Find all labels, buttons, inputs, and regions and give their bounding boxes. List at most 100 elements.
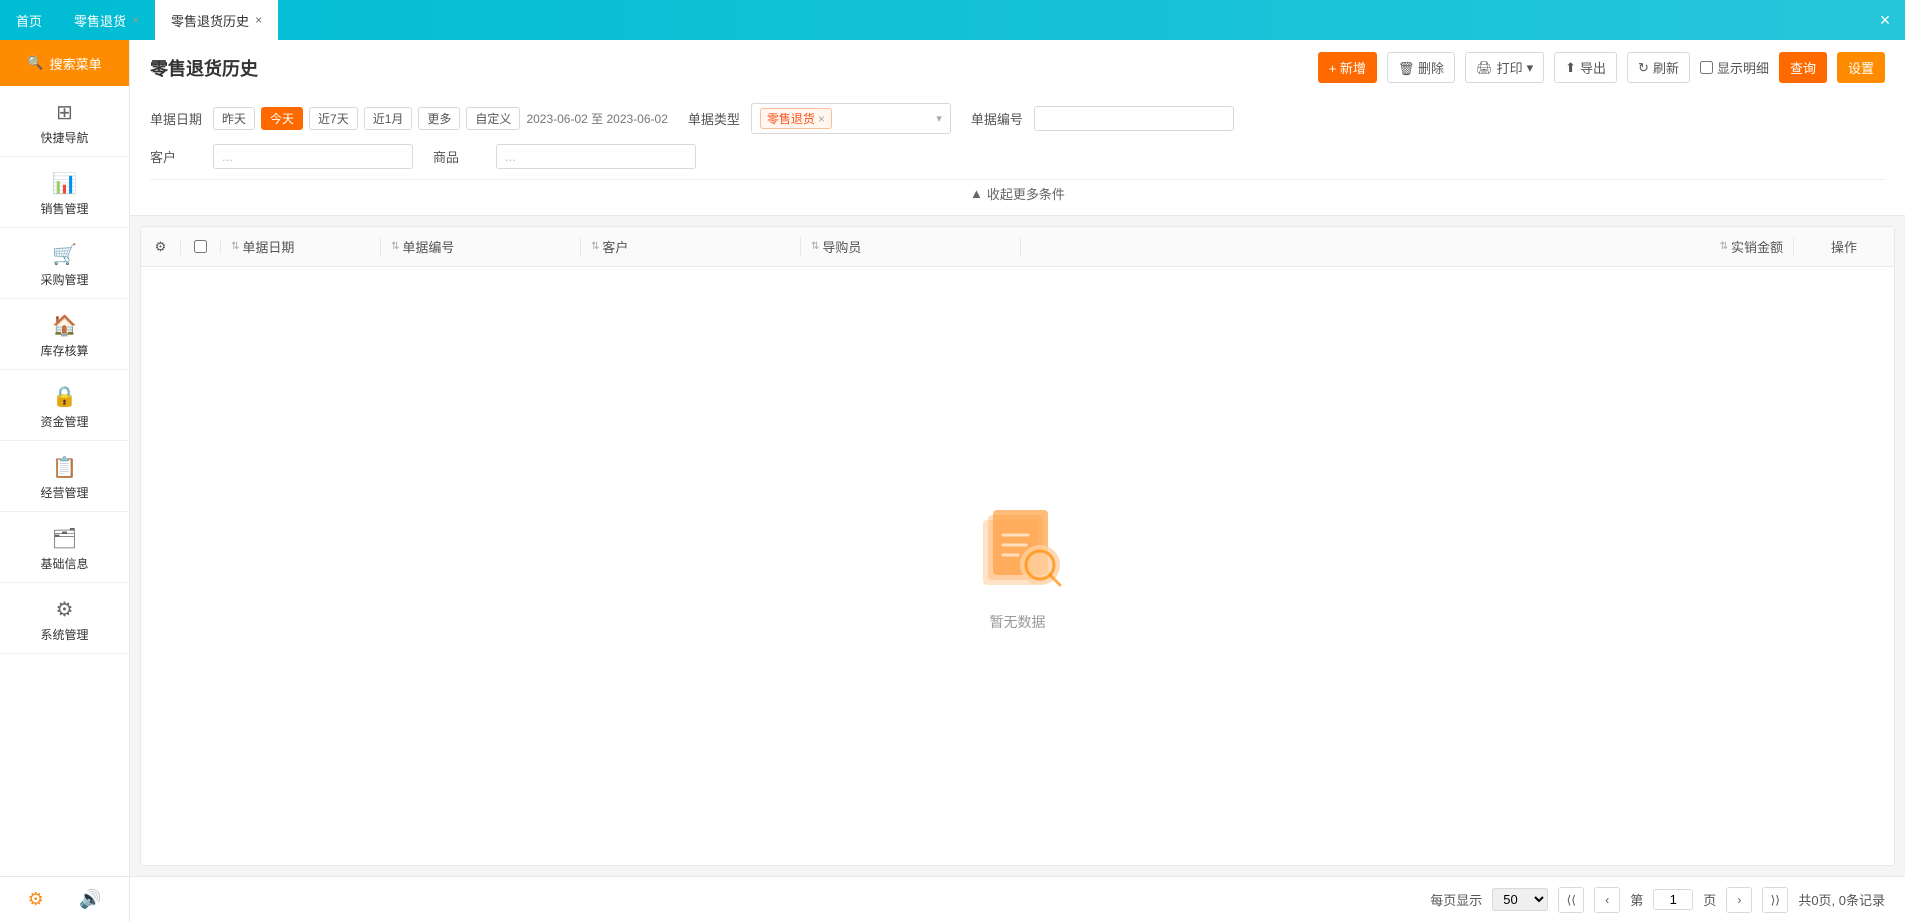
date-btn-custom[interactable]: 自定义 xyxy=(466,107,520,130)
delete-button[interactable]: 🗑 删除 xyxy=(1387,52,1455,83)
sidebar-search-label: 搜索菜单 xyxy=(50,54,102,73)
table-header: ⚙ ⇅ 单据日期 ⇅ 单据编号 ⇅ 客户 ⇅ xyxy=(141,227,1894,267)
export-button[interactable]: ⬆ 导出 xyxy=(1554,52,1617,83)
prev-page-button[interactable]: ‹ xyxy=(1594,887,1620,913)
system-mgmt-icon: ⚙ xyxy=(56,597,74,622)
tab-home[interactable]: 首页 xyxy=(0,0,58,40)
date-btn-1month[interactable]: 近1月 xyxy=(364,107,413,130)
th-action-label: 操作 xyxy=(1831,237,1857,256)
collapse-icon: ▲ xyxy=(970,186,983,201)
th-customer: ⇅ 客户 xyxy=(581,237,801,256)
th-guide-sort-icon[interactable]: ⇅ xyxy=(811,241,819,252)
date-filter-label: 单据日期 xyxy=(150,109,205,128)
customer-filter-label: 客户 xyxy=(150,147,205,166)
customer-filter-select[interactable]: ... xyxy=(213,144,413,169)
number-filter-item: 单据编号 xyxy=(971,106,1234,131)
refresh-icon: ↻ xyxy=(1638,60,1649,76)
sidebar-item-system-mgmt[interactable]: ⚙ 系统管理 xyxy=(0,583,129,654)
settings-button[interactable]: 设置 xyxy=(1837,52,1885,83)
type-selected-text: 零售退货 xyxy=(767,110,815,127)
add-button[interactable]: + 新增 xyxy=(1318,52,1377,83)
sidebar-item-sales-mgmt[interactable]: 📊 销售管理 xyxy=(0,157,129,228)
sidebar-item-basic-info-label: 基础信息 xyxy=(40,555,88,572)
sidebar-search[interactable]: 🔍 搜索菜单 xyxy=(0,40,129,86)
th-amount-sort-icon[interactable]: ⇅ xyxy=(1720,241,1728,252)
type-filter-item: 单据类型 零售退货 × ▾ xyxy=(688,103,951,134)
window-close-button[interactable]: × xyxy=(1865,0,1905,40)
search-icon: 🔍 xyxy=(27,55,43,71)
th-amount: ⇅ 实销金额 xyxy=(1021,237,1794,256)
th-settings[interactable]: ⚙ xyxy=(141,239,181,255)
refresh-button[interactable]: ↻ 刷新 xyxy=(1627,52,1690,83)
query-button[interactable]: 查询 xyxy=(1779,52,1827,83)
date-btn-today[interactable]: 今天 xyxy=(261,107,303,130)
print-chevron-icon: ▾ xyxy=(1527,60,1534,76)
sidebar-item-purchase-mgmt[interactable]: 🛒 采购管理 xyxy=(0,228,129,299)
th-guide: ⇅ 导购员 xyxy=(801,237,1021,256)
show-detail-checkbox-label[interactable]: 显示明细 xyxy=(1700,58,1769,77)
sidebar-item-purchase-mgmt-label: 采购管理 xyxy=(40,271,88,288)
page-header: 零售退货历史 + 新增 🗑 删除 🖨 打印 ▾ ⬆ 导出 ↻ xyxy=(130,40,1905,216)
filter-area: 单据日期 昨天 今天 近7天 近1月 更多 自定义 2023-06-02 至 2… xyxy=(150,93,1885,215)
collapse-label: 收起更多条件 xyxy=(987,184,1065,203)
first-page-button[interactable]: ⟨⟨ xyxy=(1558,887,1584,913)
tab-return-close[interactable]: × xyxy=(132,13,139,27)
page-title: 零售退货历史 xyxy=(150,55,258,81)
tab-return-history[interactable]: 零售退货历史 × xyxy=(155,0,278,40)
sidebar-item-quick-nav[interactable]: ⊞ 快捷导航 xyxy=(0,86,129,157)
refresh-label: 刷新 xyxy=(1653,58,1679,77)
last-page-button[interactable]: ⟩⟩ xyxy=(1762,887,1788,913)
purchase-mgmt-icon: 🛒 xyxy=(52,242,77,267)
page-title-row: 零售退货历史 + 新增 🗑 删除 🖨 打印 ▾ ⬆ 导出 ↻ xyxy=(150,52,1885,83)
empty-state-text: 暂无数据 xyxy=(990,612,1046,632)
sidebar-item-inventory-label: 库存核算 xyxy=(40,342,88,359)
date-filter-buttons: 昨天 今天 近7天 近1月 更多 自定义 2023-06-02 至 2023-0… xyxy=(213,107,668,130)
th-customer-label: 客户 xyxy=(602,237,628,256)
th-action: 操作 xyxy=(1794,237,1894,256)
th-number-sort-icon[interactable]: ⇅ xyxy=(391,241,399,252)
sidebar-item-finance[interactable]: 🔒 资金管理 xyxy=(0,370,129,441)
type-filter-select[interactable]: 零售退货 × ▾ xyxy=(751,103,951,134)
sidebar-item-operations[interactable]: 📋 经营管理 xyxy=(0,441,129,512)
sidebar-item-finance-label: 资金管理 xyxy=(40,413,88,430)
volume-bottom-icon[interactable]: 🔊 xyxy=(79,889,101,910)
th-date-sort-icon[interactable]: ⇅ xyxy=(231,241,239,252)
inventory-icon: 🏠 xyxy=(52,313,77,338)
select-all-checkbox[interactable] xyxy=(194,240,207,253)
tab-return[interactable]: 零售退货 × xyxy=(58,0,155,40)
th-amount-label: 实销金额 xyxy=(1731,237,1783,256)
th-number-label: 单据编号 xyxy=(402,237,454,256)
current-page-input[interactable] xyxy=(1653,889,1693,910)
sidebar: 🔍 搜索菜单 ⊞ 快捷导航 📊 销售管理 🛒 采购管理 🏠 库存核算 🔒 资金管… xyxy=(0,40,130,922)
finance-icon: 🔒 xyxy=(52,384,77,409)
th-checkbox[interactable] xyxy=(181,240,221,253)
empty-state-icon xyxy=(968,500,1068,600)
sidebar-bottom: ⚙ 🔊 xyxy=(0,876,129,922)
tab-list: 首页 零售退货 × 零售退货历史 × xyxy=(0,0,1865,40)
page-size-select[interactable]: 50 10 20 100 xyxy=(1492,888,1548,911)
number-filter-label: 单据编号 xyxy=(971,109,1026,128)
settings-bottom-icon[interactable]: ⚙ xyxy=(28,889,44,910)
th-number: ⇅ 单据编号 xyxy=(381,237,581,256)
pagination-bar: 每页显示 50 10 20 100 ⟨⟨ ‹ 第 页 › ⟩⟩ 共0页, 0条记… xyxy=(130,876,1905,922)
goods-filter-select[interactable]: ... xyxy=(496,144,696,169)
type-tag-close-icon[interactable]: × xyxy=(818,112,825,126)
quick-nav-icon: ⊞ xyxy=(56,100,73,125)
print-button[interactable]: 🖨 打印 ▾ xyxy=(1465,52,1544,83)
number-filter-input[interactable] xyxy=(1034,106,1234,131)
date-btn-more[interactable]: 更多 xyxy=(418,107,460,130)
show-detail-checkbox[interactable] xyxy=(1700,61,1713,74)
type-filter-label: 单据类型 xyxy=(688,109,743,128)
main-layout: 🔍 搜索菜单 ⊞ 快捷导航 📊 销售管理 🛒 采购管理 🏠 库存核算 🔒 资金管… xyxy=(0,40,1905,922)
date-btn-7days[interactable]: 近7天 xyxy=(309,107,358,130)
type-select-chevron-icon: ▾ xyxy=(936,112,942,125)
th-customer-sort-icon[interactable]: ⇅ xyxy=(591,241,599,252)
next-page-button[interactable]: › xyxy=(1726,887,1752,913)
sidebar-item-operations-label: 经营管理 xyxy=(40,484,88,501)
sidebar-item-basic-info[interactable]: 🗂 基础信息 xyxy=(0,512,129,583)
tab-return-history-close[interactable]: × xyxy=(255,13,262,27)
date-btn-yesterday[interactable]: 昨天 xyxy=(213,107,255,130)
collapse-button[interactable]: ▲ 收起更多条件 xyxy=(150,179,1885,207)
page-unit: 页 xyxy=(1703,890,1716,909)
sidebar-item-inventory[interactable]: 🏠 库存核算 xyxy=(0,299,129,370)
